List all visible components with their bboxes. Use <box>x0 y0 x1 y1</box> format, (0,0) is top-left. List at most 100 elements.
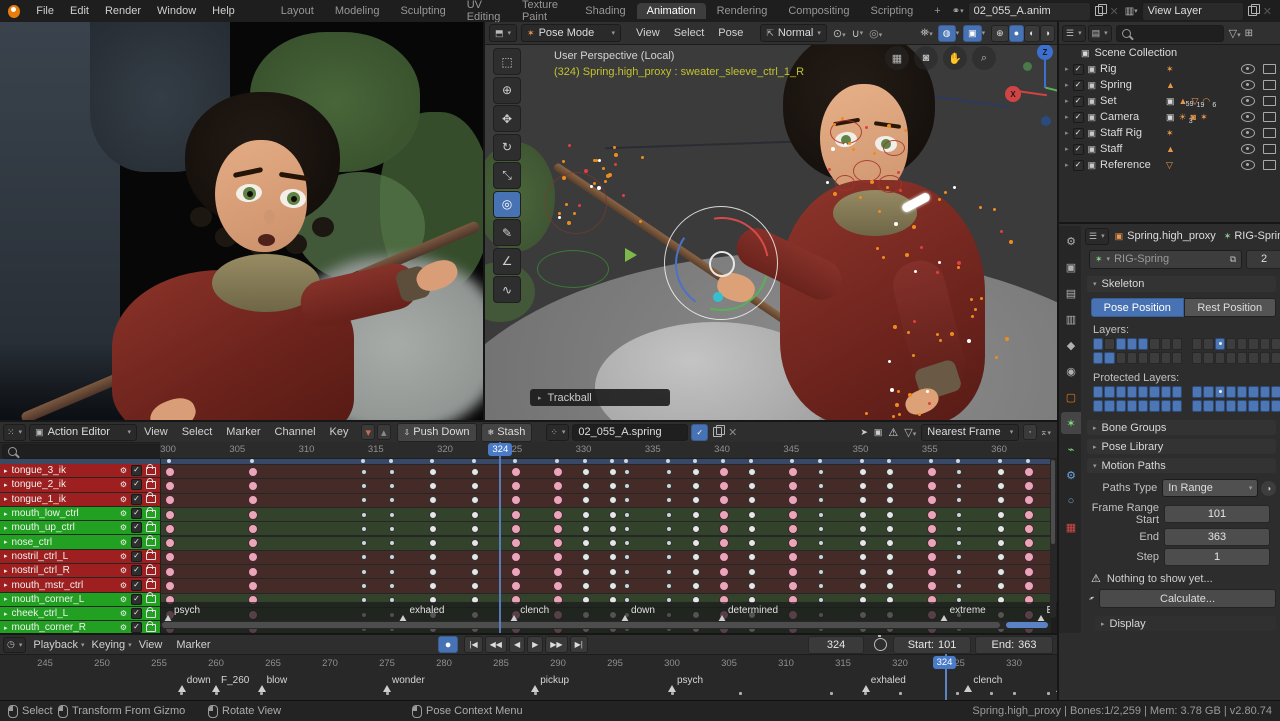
layer-toggle[interactable] <box>1203 386 1214 398</box>
outliner-item-reference[interactable]: ▸ ✓ ▣ Reference ▽ <box>1059 157 1280 173</box>
breadcrumb-object[interactable]: Spring.high_proxy <box>1127 230 1216 242</box>
keyframe[interactable] <box>788 581 799 592</box>
breadcrumb-data[interactable]: RIG-Spring <box>1234 230 1280 242</box>
layer-toggle[interactable] <box>1259 352 1270 364</box>
timeline-menu-view[interactable]: View <box>132 639 170 651</box>
keyframe[interactable] <box>511 509 522 520</box>
keyframe[interactable] <box>997 553 1005 562</box>
properties-tab-bone-icon[interactable]: ⌁ <box>1061 438 1081 460</box>
keyframe[interactable] <box>1023 523 1034 534</box>
keyframe[interactable] <box>248 581 259 592</box>
layer-toggle[interactable] <box>1093 352 1104 364</box>
viewlayer-copy-icon[interactable] <box>1248 4 1260 16</box>
keyframe[interactable] <box>997 524 1005 533</box>
properties-tab-view-layer-icon[interactable]: ▥ <box>1061 308 1081 330</box>
keyframe[interactable] <box>926 581 937 592</box>
move-tool-button[interactable]: ✥ <box>493 105 521 132</box>
keyframe[interactable] <box>429 524 438 533</box>
action-editor-type-button[interactable]: ⁘ ▾ <box>546 423 570 441</box>
keyframe[interactable] <box>165 552 175 563</box>
step-field[interactable]: 1 <box>1164 548 1270 566</box>
keyframe[interactable] <box>624 568 631 575</box>
keyframe[interactable] <box>470 496 479 505</box>
unlock-icon[interactable] <box>146 549 156 561</box>
transform-orientation[interactable]: ⇱ Normal ▾ <box>760 24 827 42</box>
keyframe[interactable] <box>886 467 895 476</box>
keyframe[interactable] <box>360 525 367 532</box>
keyframe[interactable] <box>552 538 563 549</box>
keyframe[interactable] <box>858 467 867 476</box>
visibility-checkbox[interactable]: ✓ <box>1072 159 1084 171</box>
unlock-icon[interactable] <box>146 578 156 590</box>
layer-toggle[interactable] <box>1192 338 1203 350</box>
keyframe[interactable] <box>692 467 701 476</box>
keyframe[interactable] <box>788 480 799 491</box>
proportional-edit-icon[interactable]: ◎▾ <box>869 27 882 40</box>
keyframe[interactable] <box>858 510 867 519</box>
keyframe[interactable] <box>511 480 522 491</box>
timeline-marker-triangle[interactable] <box>668 685 676 692</box>
proportional-dope-button[interactable]: · <box>1023 424 1037 440</box>
keyframe[interactable] <box>719 466 729 477</box>
layer-toggle[interactable] <box>1093 400 1104 412</box>
paths-range-icon[interactable]: ◑ <box>1261 480 1276 496</box>
pan-hand-icon[interactable]: ✋ <box>943 46 967 70</box>
dope-editor-type-button[interactable]: ⁙ ▾ <box>3 423 27 441</box>
timeline-menu-marker[interactable]: Marker <box>169 639 217 651</box>
layer-toggle[interactable] <box>1171 352 1182 364</box>
keyframe[interactable] <box>719 480 729 491</box>
keyframe[interactable] <box>581 567 590 576</box>
keyframe[interactable] <box>788 495 799 506</box>
timeline-ruler[interactable]: 245 250 255 260 265 270 275 280 285 290 295 300 305 3… <box>0 654 1057 702</box>
channel-mouth_corner_L[interactable]: ▸ mouth_corner_L ⚙ ✓ <box>0 592 160 606</box>
panel-bone-groups[interactable]: ▸ Bone Groups <box>1087 420 1276 435</box>
keyframe[interactable] <box>624 511 631 518</box>
stash-button[interactable]: ❄ Stash <box>480 422 533 442</box>
keyframe[interactable] <box>165 509 175 520</box>
eye-icon[interactable] <box>1241 144 1255 154</box>
play-reverse-button[interactable]: ◀ <box>508 636 526 653</box>
keyframe[interactable] <box>997 481 1005 490</box>
menu-file[interactable]: File <box>28 5 62 17</box>
eye-icon[interactable] <box>1241 96 1255 106</box>
keyframe[interactable] <box>817 482 824 489</box>
timeline-marker-triangle[interactable] <box>177 685 186 692</box>
layer-toggle[interactable] <box>1149 352 1160 364</box>
keyframe[interactable] <box>248 538 259 549</box>
move-down-button[interactable]: ▾ <box>361 424 376 440</box>
keyframe[interactable] <box>858 553 867 562</box>
keyframe[interactable] <box>1023 509 1034 520</box>
modifier-wrench-icon[interactable]: ⚙ <box>120 552 127 561</box>
calculate-button[interactable]: Calculate... <box>1099 589 1276 608</box>
layer-toggle[interactable] <box>1248 386 1259 398</box>
keyframe[interactable] <box>719 495 729 506</box>
keyframe[interactable] <box>609 524 618 533</box>
keyframe[interactable] <box>858 496 867 505</box>
keyframe[interactable] <box>511 538 522 549</box>
select-box-tool-button[interactable]: ⬚ <box>493 48 521 75</box>
keyframe[interactable] <box>926 495 937 506</box>
keyframe[interactable] <box>886 496 895 505</box>
axis-z-handle[interactable]: Z <box>1037 44 1053 60</box>
unlock-icon[interactable] <box>146 477 156 489</box>
layer-toggle[interactable] <box>1160 400 1171 412</box>
keyframe[interactable] <box>552 552 563 563</box>
armature-datablock-field[interactable]: ✶ ▾ RIG-Spring ⧉ <box>1089 249 1243 269</box>
channel-enable-checkbox[interactable]: ✓ <box>131 465 142 477</box>
layer-toggle[interactable] <box>1214 352 1225 364</box>
auto-key-record-button[interactable]: ● <box>437 636 459 653</box>
outliner-item-staff[interactable]: ▸ ✓ ▣ Staff ▲ <box>1059 141 1280 157</box>
workspace-tab-rendering[interactable]: Rendering <box>707 3 778 19</box>
keyframe[interactable] <box>470 510 479 519</box>
move-up-button[interactable]: ▴ <box>377 424 391 440</box>
layer-toggle[interactable] <box>1171 386 1182 398</box>
cursor-select-icon[interactable]: ➤ <box>860 427 868 438</box>
modifier-wrench-icon[interactable]: ⚙ <box>120 538 127 547</box>
shading-solid-button[interactable]: ● <box>1008 24 1025 42</box>
keyframe[interactable] <box>581 496 590 505</box>
layer-toggle[interactable] <box>1138 352 1149 364</box>
blender-logo-icon[interactable] <box>8 4 21 18</box>
xray-caret[interactable]: ▾ <box>982 29 986 37</box>
outliner-filter-icon[interactable]: ▽▾ <box>1229 27 1241 40</box>
keyframe[interactable] <box>360 468 367 475</box>
